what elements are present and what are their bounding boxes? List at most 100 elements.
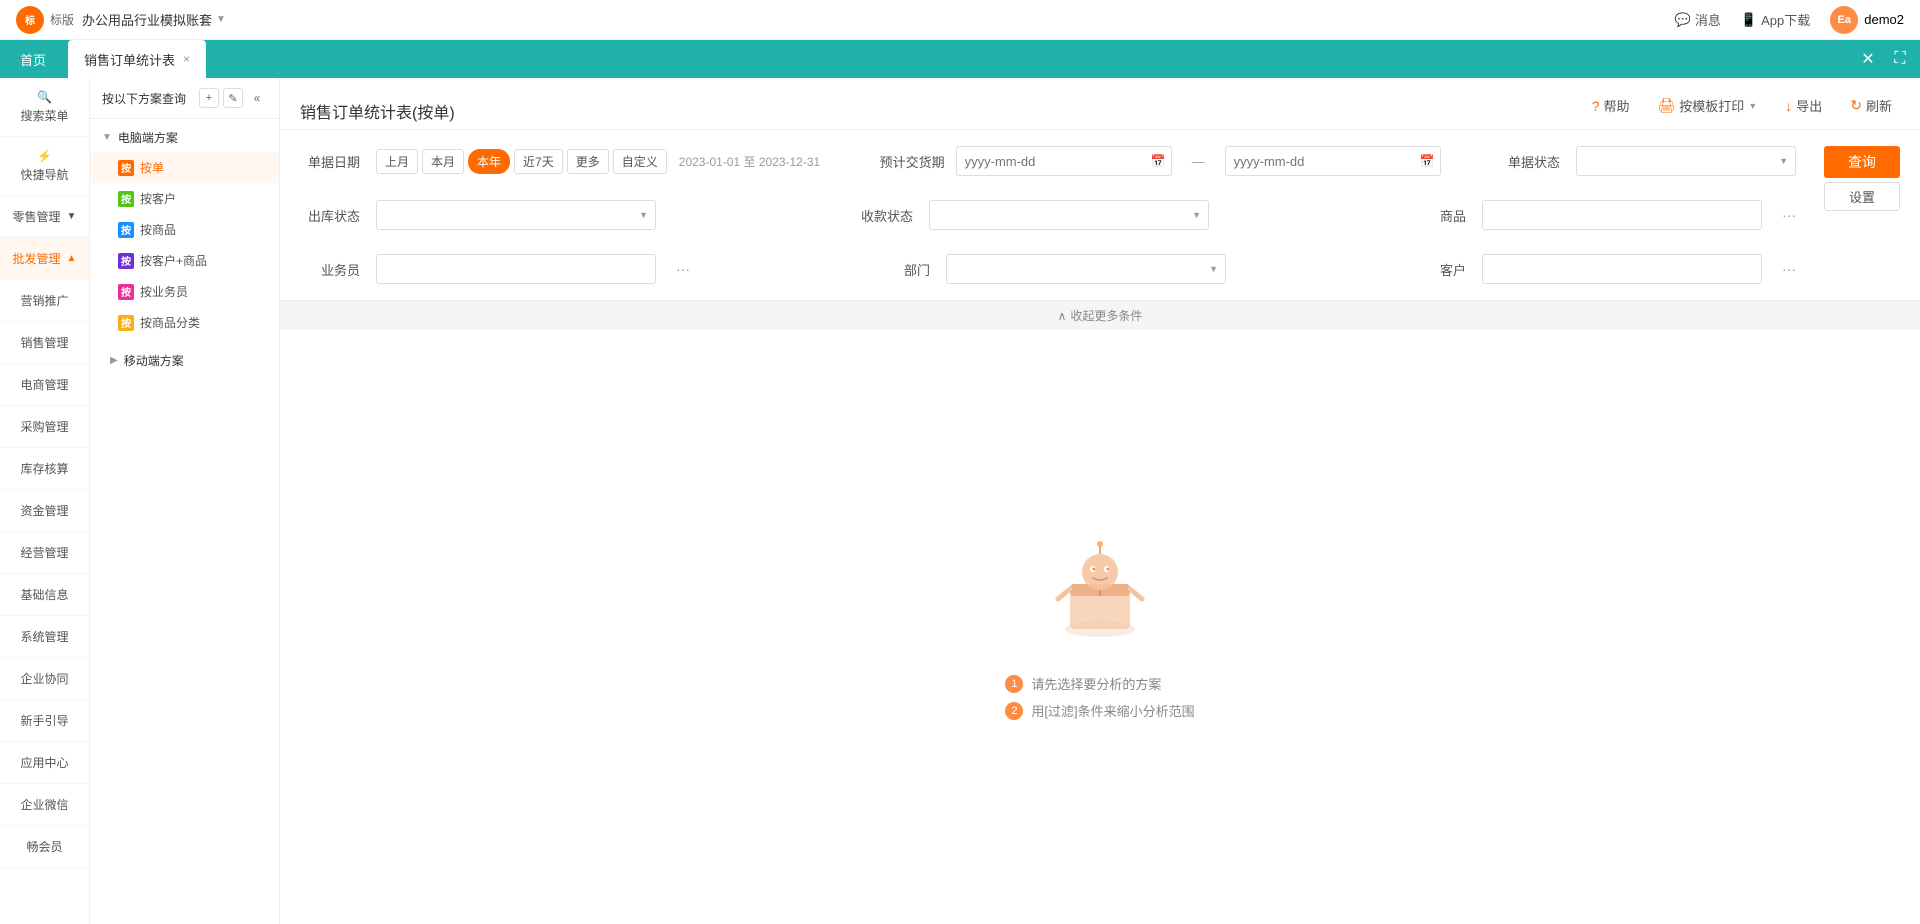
sidebar-item-inventory[interactable]: 库存核算 xyxy=(0,448,89,490)
date-from-wrap xyxy=(956,146,1172,176)
date-btn-last-month[interactable]: 上月 xyxy=(376,149,418,174)
sidebar-item-member[interactable]: 畅会员 xyxy=(0,826,89,868)
sidebar-item-appstore[interactable]: 应用中心 xyxy=(0,742,89,784)
sidebar-appstore-label: 应用中心 xyxy=(20,754,68,771)
sidebar-item-wholesale[interactable]: 批发管理 ▲ xyxy=(0,238,89,280)
sidebar-item-marketing[interactable]: 营销推广 xyxy=(0,280,89,322)
app-download-nav[interactable]: 📱 App下载 xyxy=(1741,10,1810,29)
sidebar-item-ops[interactable]: 经营管理 xyxy=(0,532,89,574)
sidebar-item-purchase[interactable]: 采购管理 xyxy=(0,406,89,448)
scheme-item-by-customer-goods[interactable]: 按 按客户+商品 xyxy=(90,245,279,276)
desktop-section-arrow: ▼ xyxy=(102,132,112,143)
scheme-add-btn[interactable]: + xyxy=(199,88,219,108)
by-customer-label: 按客户 xyxy=(140,190,176,207)
collection-status-select[interactable] xyxy=(929,200,1209,230)
sidebar-basic-label: 基础信息 xyxy=(20,586,68,603)
goods-input[interactable] xyxy=(1482,200,1762,230)
goods-more-btn[interactable]: ··· xyxy=(1782,207,1796,223)
empty-illustration xyxy=(1040,534,1160,654)
by-goods-icon: 按 xyxy=(118,222,134,238)
scheme-item-by-order[interactable]: 按 按单 xyxy=(90,152,279,183)
scheme-item-by-customer[interactable]: 按 按客户 xyxy=(90,183,279,214)
salesman-more-btn[interactable]: ··· xyxy=(676,261,690,277)
app-logo: 标 xyxy=(16,6,44,34)
date-btn-this-year[interactable]: 本年 xyxy=(468,149,510,174)
help-icon: ? xyxy=(1592,98,1600,114)
by-customer-goods-label: 按客户+商品 xyxy=(140,252,207,269)
customer-input[interactable] xyxy=(1482,254,1762,284)
department-select[interactable] xyxy=(946,254,1226,284)
scheme-section-mobile: ▶ 移动端方案 xyxy=(90,342,279,379)
sidebar-wholesale-label: 批发管理 xyxy=(13,250,61,267)
sidebar-sales-label: 销售管理 xyxy=(20,334,68,351)
fullscreen-btn[interactable]: ⛶ xyxy=(1888,47,1912,71)
sidebar-purchase-label: 采购管理 xyxy=(20,418,68,435)
sidebar-item-wechat[interactable]: 企业微信 xyxy=(0,784,89,826)
by-salesman-label: 按业务员 xyxy=(140,283,188,300)
message-nav[interactable]: 💬 消息 xyxy=(1675,10,1721,29)
retail-arrow-icon: ▼ xyxy=(67,211,77,222)
user-name: demo2 xyxy=(1864,12,1904,27)
sidebar-item-search[interactable]: 🔍 搜索菜单 xyxy=(0,78,89,137)
date-btn-more[interactable]: 更多 xyxy=(567,149,609,174)
tab-home[interactable]: 首页 xyxy=(0,40,66,78)
scheme-item-by-salesman[interactable]: 按 按业务员 xyxy=(90,276,279,307)
breadcrumb-dropdown-icon[interactable]: ▼ xyxy=(216,14,226,25)
department-wrap xyxy=(946,254,1226,284)
date-filter-label: 单据日期 xyxy=(300,152,360,171)
template-print-btn[interactable]: 🖨 按模板打印 ▼ xyxy=(1650,92,1766,119)
message-label: 消息 xyxy=(1695,10,1721,29)
scheme-item-by-goods-category[interactable]: 按 按商品分类 xyxy=(90,307,279,338)
template-print-arrow: ▼ xyxy=(1748,101,1757,111)
print-icon: 🖨 xyxy=(1658,97,1676,114)
tab-close-icon[interactable]: × xyxy=(183,53,190,65)
sidebar-item-newbie[interactable]: 新手引导 xyxy=(0,700,89,742)
help-btn[interactable]: ? 帮助 xyxy=(1584,92,1638,119)
filter-row-1: 单据日期 上月 本月 本年 近7天 更多 自定义 2023-01-01 至 20… xyxy=(300,146,1796,176)
collapse-bar[interactable]: ∧ 收起更多条件 xyxy=(280,300,1920,330)
date-to-wrap xyxy=(1225,146,1441,176)
scheme-item-by-goods[interactable]: 按 按商品 xyxy=(90,214,279,245)
by-goods-category-icon: 按 xyxy=(118,315,134,331)
mobile-section-label: 移动端方案 xyxy=(124,352,184,369)
sidebar-ops-label: 经营管理 xyxy=(20,544,68,561)
scheme-edit-btn[interactable]: ✎ xyxy=(223,88,243,108)
goods-filter-label: 商品 xyxy=(1406,206,1466,225)
salesman-input[interactable] xyxy=(376,254,656,284)
export-btn[interactable]: ↓ 导出 xyxy=(1777,92,1830,119)
refresh-icon: ↻ xyxy=(1850,97,1862,114)
search-button[interactable]: 查询 xyxy=(1824,146,1900,178)
user-info[interactable]: Ea demo2 xyxy=(1830,6,1904,34)
tab-current[interactable]: 销售订单统计表 × xyxy=(68,40,206,78)
date-btn-this-month[interactable]: 本月 xyxy=(422,149,464,174)
sidebar-item-retail[interactable]: 零售管理 ▼ xyxy=(0,196,89,238)
breadcrumb[interactable]: 办公用品行业模拟账套 ▼ xyxy=(82,10,226,29)
sidebar-item-ecom[interactable]: 电商管理 xyxy=(0,364,89,406)
sidebar-item-corp[interactable]: 企业协同 xyxy=(0,658,89,700)
collection-status-label: 收款状态 xyxy=(853,206,913,225)
date-to-input[interactable] xyxy=(1225,146,1441,176)
settings-button[interactable]: 设置 xyxy=(1824,182,1900,211)
sidebar-item-finance[interactable]: 资金管理 xyxy=(0,490,89,532)
date-btn-custom[interactable]: 自定义 xyxy=(613,149,667,174)
date-from-input[interactable] xyxy=(956,146,1172,176)
sidebar-item-quick-nav[interactable]: ⚡ 快捷导航 xyxy=(0,137,89,196)
close-window-btn[interactable]: ✕ xyxy=(1856,47,1880,71)
sidebar-quick-nav-label: 快捷导航 xyxy=(20,166,68,183)
refresh-btn[interactable]: ↻ 刷新 xyxy=(1842,92,1900,119)
date-btn-7days[interactable]: 近7天 xyxy=(514,149,563,174)
message-icon: 💬 xyxy=(1675,12,1691,28)
sidebar-item-basic[interactable]: 基础信息 xyxy=(0,574,89,616)
sidebar-item-system[interactable]: 系统管理 xyxy=(0,616,89,658)
app-name: 标版 xyxy=(50,11,74,28)
scheme-collapse-btn[interactable]: « xyxy=(247,88,267,108)
empty-tip-1-text: 请先选择要分析的方案 xyxy=(1031,674,1161,693)
user-avatar: Ea xyxy=(1830,6,1858,34)
delivery-status-select[interactable] xyxy=(376,200,656,230)
customer-more-btn[interactable]: ··· xyxy=(1782,261,1796,277)
scheme-section-desktop-header[interactable]: ▼ 电脑端方案 xyxy=(90,123,279,152)
scheme-section-mobile-header[interactable]: ▶ 移动端方案 xyxy=(90,346,279,375)
sidebar-item-sales[interactable]: 销售管理 xyxy=(0,322,89,364)
page-header-actions: ? 帮助 🖨 按模板打印 ▼ ↓ 导出 ↻ 刷新 xyxy=(1584,92,1900,129)
status-select[interactable] xyxy=(1576,146,1796,176)
